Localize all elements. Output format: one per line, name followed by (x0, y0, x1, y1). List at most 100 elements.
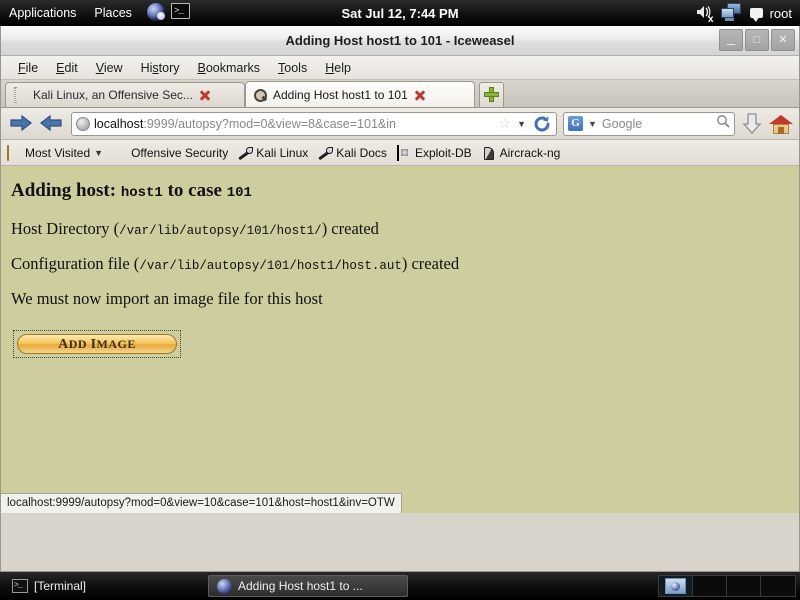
applications-menu[interactable]: Applications (0, 0, 85, 26)
url-host: localhost (94, 116, 144, 131)
taskbar-label: [Terminal] (34, 579, 87, 593)
page-title-case: 101 (226, 185, 252, 201)
bookmark-kali-linux[interactable]: Kali Linux (238, 146, 308, 160)
bookmark-label: Exploit-DB (414, 145, 472, 160)
config-file-line: Configuration file (/var/lib/autopsy/101… (11, 254, 785, 274)
places-menu[interactable]: Places (85, 0, 141, 26)
dragon-icon (113, 146, 127, 160)
url-bar[interactable]: localhost:9999/autopsy?mod=0&view=8&case… (71, 111, 557, 136)
url-path: :9999/autopsy?mod=0&view=8&case=101&in (143, 116, 396, 131)
user-menu[interactable]: root (770, 6, 792, 21)
google-icon[interactable]: G (568, 116, 583, 131)
tab-kali-linux[interactable]: Kali Linux, an Offensive Sec... (5, 82, 245, 107)
menu-help[interactable]: Help (316, 61, 360, 75)
taskbar: >_ [Terminal] Adding Host host1 to ... (0, 572, 800, 600)
autopsy-favicon (254, 88, 268, 102)
line-before: Host Directory ( (11, 219, 120, 238)
desktop-screen: Applications Places >_ Sat Jul 12, 7:44 … (0, 0, 800, 600)
home-icon[interactable] (769, 113, 793, 135)
browser-window: Adding Host host1 to 101 - Iceweasel _ □… (0, 26, 800, 572)
messages-icon[interactable] (749, 8, 763, 22)
minimize-button[interactable]: _ (719, 29, 743, 51)
exploitdb-icon (396, 144, 411, 161)
page-title-host: host1 (120, 185, 163, 201)
reload-icon[interactable] (532, 114, 552, 134)
chevron-down-icon[interactable]: ▼ (515, 119, 528, 129)
taskbar-label: Adding Host host1 to ... (238, 579, 363, 593)
terminal-launcher-icon[interactable]: >_ (170, 3, 191, 23)
import-note: We must now import an image file for thi… (11, 289, 323, 308)
menu-edit[interactable]: Edit (47, 61, 87, 75)
chevron-down-icon[interactable]: ▼ (586, 119, 599, 129)
navigation-toolbar: localhost:9999/autopsy?mod=0&view=8&case… (1, 108, 799, 140)
close-button[interactable]: ✕ (771, 29, 795, 51)
taskbar-item-terminal[interactable]: >_ [Terminal] (4, 575, 204, 597)
menu-file[interactable]: File (9, 61, 47, 75)
status-bar: localhost:9999/autopsy?mod=0&view=10&cas… (1, 493, 402, 513)
bookmark-kali-docs[interactable]: Kali Docs (318, 146, 387, 160)
forward-arrow-icon[interactable] (39, 112, 65, 136)
bookmark-offensive-security[interactable]: Offensive Security (113, 146, 228, 160)
menu-history[interactable]: History (132, 61, 189, 75)
bookmark-aircrack-ng[interactable]: Aircrack-ng (482, 146, 561, 160)
panel-launchers: >_ (146, 3, 191, 23)
close-icon[interactable] (198, 88, 212, 102)
close-icon[interactable] (413, 88, 427, 102)
title-bar: Adding Host host1 to 101 - Iceweasel _ □… (1, 26, 799, 56)
menu-bar: File Edit View History Bookmarks Tools H… (1, 56, 799, 80)
tab-adding-host[interactable]: Adding Host host1 to 101 (245, 81, 475, 107)
search-icon[interactable] (716, 114, 730, 133)
site-favicon (76, 116, 90, 131)
page-content: Adding host: host1 to case 101 Host Dire… (1, 166, 799, 513)
host-directory-line: Host Directory (/var/lib/autopsy/101/hos… (11, 219, 785, 239)
bookmark-label: Kali Docs (336, 145, 387, 160)
tab-label: Kali Linux, an Offensive Sec... (33, 88, 193, 102)
iceweasel-icon (217, 578, 232, 594)
bookmark-star-icon[interactable]: ☆ (499, 115, 512, 132)
download-arrow-icon[interactable] (741, 112, 763, 136)
line-after: ) created (401, 254, 460, 273)
back-arrow-icon[interactable] (7, 112, 33, 136)
menu-view[interactable]: View (87, 61, 132, 75)
kali-dragon-icon (318, 146, 332, 160)
volume-muted-icon[interactable]: x (694, 3, 714, 25)
volume-mute-x: x (708, 14, 714, 25)
search-input[interactable]: Google (602, 117, 713, 131)
menu-tools[interactable]: Tools (269, 61, 316, 75)
workspace-3[interactable] (727, 576, 761, 596)
line-before: Configuration file ( (11, 254, 140, 273)
config-file-path: /var/lib/autopsy/101/host1/host.aut (139, 259, 402, 273)
bookmark-label: Kali Linux (256, 145, 309, 160)
aircrack-icon (482, 146, 496, 160)
bookmark-most-visited[interactable]: Most Visited ▼ (7, 144, 103, 161)
maximize-button[interactable]: □ (745, 29, 769, 51)
bookmarks-toolbar: Most Visited ▼ Offensive Security Kali L… (1, 140, 799, 166)
url-text: localhost:9999/autopsy?mod=0&view=8&case… (94, 117, 495, 131)
bookmark-label: Offensive Security (131, 145, 229, 160)
add-image-focus-ring: ADD IMAGE (13, 330, 181, 358)
panel-tray: x root (694, 3, 800, 25)
search-bar[interactable]: G ▼ Google (563, 111, 735, 136)
bookmark-label: Most Visited (25, 145, 91, 160)
page-title-prefix: Adding host: (11, 180, 117, 201)
workspace-switcher (658, 575, 796, 597)
line-after: ) created (321, 219, 379, 238)
add-image-button[interactable]: ADD IMAGE (17, 334, 177, 354)
network-icon[interactable] (720, 3, 743, 23)
chevron-down-icon[interactable]: ▼ (94, 148, 103, 158)
bookmark-exploit-db[interactable]: Exploit-DB (396, 144, 472, 161)
workspace-4[interactable] (761, 576, 795, 596)
blank-favicon (14, 87, 28, 103)
top-panel: Applications Places >_ Sat Jul 12, 7:44 … (0, 0, 800, 26)
page-title: Adding host: host1 to case 101 (11, 180, 785, 202)
window-controls: _ □ ✕ (719, 29, 795, 51)
terminal-icon: >_ (12, 579, 28, 593)
taskbar-item-iceweasel[interactable]: Adding Host host1 to ... (208, 575, 408, 597)
iceweasel-launcher-icon[interactable] (146, 3, 167, 23)
workspace-1[interactable] (659, 576, 693, 596)
workspace-2[interactable] (693, 576, 727, 596)
menu-bookmarks[interactable]: Bookmarks (189, 61, 270, 75)
bookmark-label: Aircrack-ng (499, 145, 561, 160)
new-tab-button[interactable] (479, 82, 504, 107)
page-title-middle: to case (167, 180, 222, 201)
